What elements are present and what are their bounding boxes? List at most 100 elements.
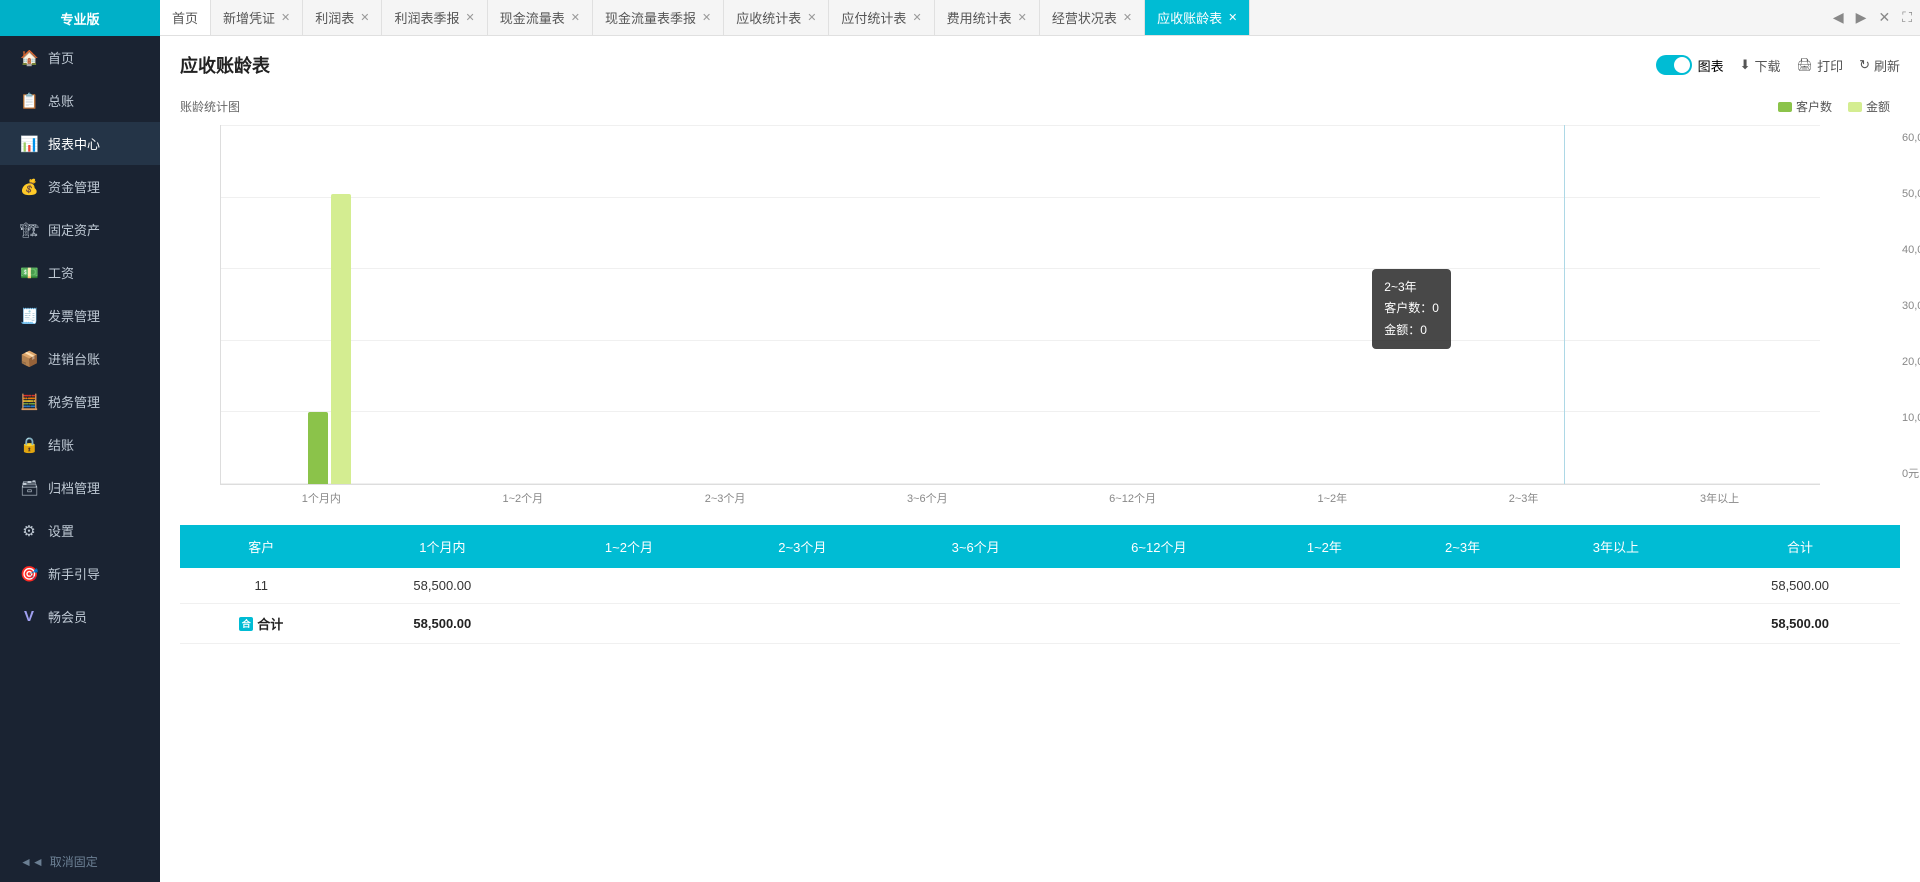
- unpin-button[interactable]: ◄◄ 取消固定: [0, 841, 160, 882]
- sidebar-label-settings: 设置: [48, 521, 74, 540]
- legend-amount-color: [1848, 102, 1862, 112]
- sidebar-label-purchase: 进销台账: [48, 349, 100, 368]
- bar-1m-customers: [308, 412, 328, 484]
- y-right-2: 20,000.00元: [1902, 353, 1920, 369]
- col-customer: 客户: [180, 525, 342, 568]
- tab-voucher[interactable]: 新增凭证 ✕: [211, 0, 303, 35]
- col-total: 合计: [1700, 525, 1900, 568]
- tab-cashflow-season-label: 现金流量表季报: [605, 8, 696, 27]
- tab-profit-season[interactable]: 利润表季报 ✕: [382, 0, 487, 35]
- sidebar-label-funds: 资金管理: [48, 177, 100, 196]
- tab-close-all-button[interactable]: ✕: [1874, 9, 1894, 26]
- sidebar-item-guide[interactable]: 🎯 新手引导: [0, 552, 160, 595]
- tab-receivable-stat[interactable]: 应收统计表 ✕: [724, 0, 829, 35]
- col-612m: 6~12个月: [1062, 525, 1255, 568]
- download-button[interactable]: ⬇ 下载: [1740, 56, 1781, 75]
- tab-cashflow-close[interactable]: ✕: [571, 11, 580, 24]
- total-total: 58,500.00: [1700, 604, 1900, 644]
- legend-customers-label: 客户数: [1796, 98, 1832, 115]
- legend-customers: 客户数: [1778, 98, 1832, 115]
- tab-business-stat[interactable]: 经营状况表 ✕: [1040, 0, 1145, 35]
- chart-container: 2~3年 客户数：0 金额：0 1个月内 1~2个月 2~3个月 3~6个月 6…: [220, 125, 1820, 485]
- total-customer-cell: 合 合计: [180, 604, 342, 644]
- unpin-label: 取消固定: [50, 853, 98, 870]
- total-label: 合计: [257, 614, 283, 633]
- tab-expense-stat[interactable]: 费用统计表 ✕: [935, 0, 1040, 35]
- sidebar-label-home: 首页: [48, 48, 74, 67]
- tab-cashflow-season[interactable]: 现金流量表季报 ✕: [593, 0, 724, 35]
- tab-payable-stat[interactable]: 应付统计表 ✕: [829, 0, 934, 35]
- tab-profit[interactable]: 利润表 ✕: [303, 0, 382, 35]
- row-customer: 11: [180, 568, 342, 604]
- tab-prev-button[interactable]: ◀: [1829, 9, 1848, 26]
- purchase-icon: 📦: [20, 350, 38, 368]
- sidebar-item-invoice[interactable]: 🧾 发票管理: [0, 294, 160, 337]
- sidebar-item-funds[interactable]: 💰 资金管理: [0, 165, 160, 208]
- tab-aging[interactable]: 应收账龄表 ✕: [1145, 0, 1250, 35]
- sidebar-item-closing[interactable]: 🔒 结账: [0, 423, 160, 466]
- table-header-row: 客户 1个月内 1~2个月 2~3个月 3~6个月 6~12个月 1~2年 2~…: [180, 525, 1900, 568]
- sidebar-item-reports[interactable]: 📊 报表中心: [0, 122, 160, 165]
- total-icon: 合: [239, 617, 253, 631]
- y-right-0: 0元: [1902, 465, 1920, 481]
- sidebar-label-salary: 工资: [48, 263, 74, 282]
- tab-aging-label: 应收账龄表: [1157, 8, 1222, 27]
- data-table: 客户 1个月内 1~2个月 2~3个月 3~6个月 6~12个月 1~2年 2~…: [180, 525, 1900, 644]
- tab-cashflow[interactable]: 现金流量表 ✕: [488, 0, 593, 35]
- x-label-612m: 6~12个月: [1109, 490, 1156, 506]
- sidebar-item-ledger[interactable]: 📋 总账: [0, 79, 160, 122]
- refresh-icon: ↻: [1859, 57, 1870, 73]
- archive-icon: 🗃: [20, 479, 38, 497]
- tab-expense-stat-close[interactable]: ✕: [1018, 11, 1027, 24]
- tab-home[interactable]: 首页: [160, 0, 211, 35]
- sidebar-item-purchase[interactable]: 📦 进销台账: [0, 337, 160, 380]
- total-1m: 58,500.00: [342, 604, 542, 644]
- x-label-3yplus: 3年以上: [1700, 490, 1739, 506]
- print-label: 打印: [1817, 56, 1843, 75]
- chart-title: 账龄统计图: [180, 98, 1900, 115]
- assets-icon: 🏗: [20, 221, 38, 239]
- tab-business-stat-close[interactable]: ✕: [1123, 11, 1132, 24]
- tab-maximize-button[interactable]: ⛶: [1898, 9, 1916, 26]
- content-area: 应收账龄表 图表 ⬇ 下载 🖨 打印 ↻ 刷新: [160, 36, 1920, 882]
- y-right-5: 50,000.00元: [1902, 185, 1920, 201]
- salary-icon: 💵: [20, 264, 38, 282]
- tab-cashflow-season-close[interactable]: ✕: [702, 11, 711, 24]
- tab-profit-close[interactable]: ✕: [360, 11, 369, 24]
- col-12y: 1~2年: [1255, 525, 1393, 568]
- refresh-button[interactable]: ↻ 刷新: [1859, 56, 1900, 75]
- vip-icon: V: [20, 608, 38, 625]
- row-total: 58,500.00: [1700, 568, 1900, 604]
- tab-receivable-stat-close[interactable]: ✕: [807, 11, 816, 24]
- x-label-12m: 1~2个月: [502, 490, 543, 506]
- y-right-3: 30,000.00元: [1902, 297, 1920, 313]
- refresh-label: 刷新: [1874, 56, 1900, 75]
- tab-profit-season-close[interactable]: ✕: [466, 11, 475, 24]
- tab-aging-close[interactable]: ✕: [1228, 11, 1237, 24]
- tab-payable-stat-close[interactable]: ✕: [912, 11, 921, 24]
- tab-voucher-close[interactable]: ✕: [281, 11, 290, 24]
- col-12m: 1~2个月: [542, 525, 715, 568]
- sidebar-item-settings[interactable]: ⚙ 设置: [0, 509, 160, 552]
- sidebar: 专业版 🏠 首页 📋 总账 📊 报表中心 💰 资金管理 🏗 固定资产 💵 工资 …: [0, 0, 160, 882]
- col-3yplus: 3年以上: [1532, 525, 1700, 568]
- table-row: 11 58,500.00 58,500.00: [180, 568, 1900, 604]
- total-12y: [1255, 604, 1393, 644]
- sidebar-item-salary[interactable]: 💵 工资: [0, 251, 160, 294]
- chart-toggle[interactable]: [1656, 55, 1692, 75]
- tab-profit-season-label: 利润表季报: [394, 8, 459, 27]
- tab-next-button[interactable]: ▶: [1852, 9, 1871, 26]
- col-1m: 1个月内: [342, 525, 542, 568]
- sidebar-item-assets[interactable]: 🏗 固定资产: [0, 208, 160, 251]
- sidebar-item-tax[interactable]: 🧮 税务管理: [0, 380, 160, 423]
- col-36m: 3~6个月: [889, 525, 1062, 568]
- sidebar-item-archive[interactable]: 🗃 归档管理: [0, 466, 160, 509]
- sidebar-item-vip[interactable]: V 畅会员: [0, 595, 160, 638]
- sidebar-item-home[interactable]: 🏠 首页: [0, 36, 160, 79]
- print-button[interactable]: 🖨 打印: [1797, 56, 1844, 75]
- tab-receivable-stat-label: 应收统计表: [736, 8, 801, 27]
- total-36m: [889, 604, 1062, 644]
- sidebar-label-ledger: 总账: [48, 91, 74, 110]
- bars-container: [221, 125, 1820, 484]
- row-12y: [1255, 568, 1393, 604]
